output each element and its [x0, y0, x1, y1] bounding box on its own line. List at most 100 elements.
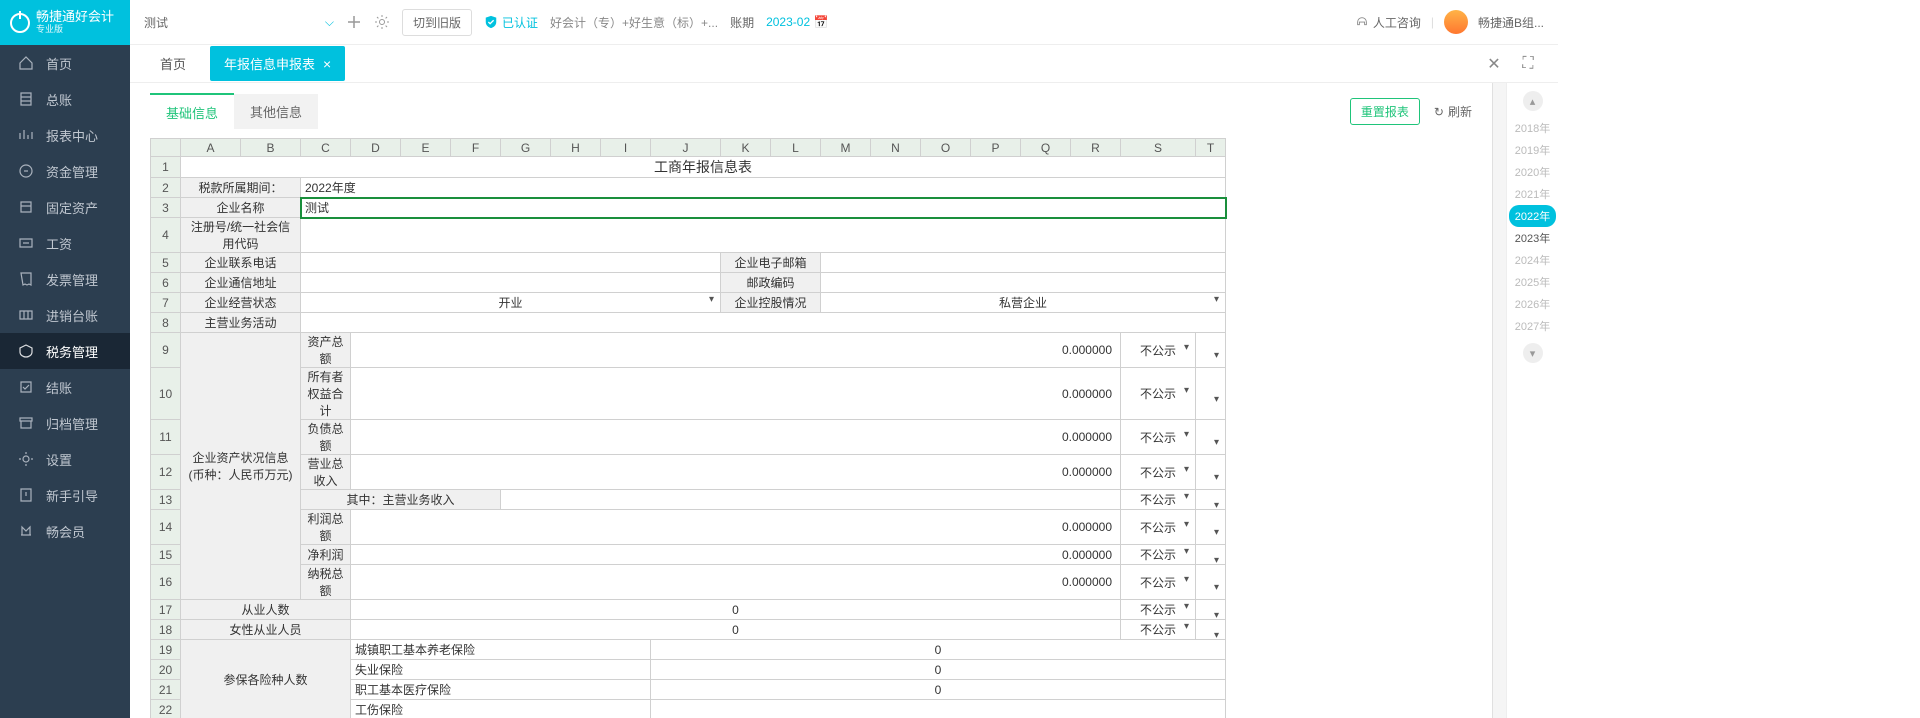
sidebar-item-stock[interactable]: 进销台账: [0, 297, 130, 333]
col-head-R[interactable]: R: [1071, 139, 1121, 157]
col-head-K[interactable]: K: [721, 139, 771, 157]
col-head-S[interactable]: S: [1121, 139, 1196, 157]
sidebar-item-home[interactable]: 首页: [0, 45, 130, 81]
sidebar-item-chart[interactable]: 报表中心: [0, 117, 130, 153]
sidebar-item-vip[interactable]: 畅会员: [0, 513, 130, 549]
sidebar-item-settings[interactable]: 设置: [0, 441, 130, 477]
status-select[interactable]: 开业: [301, 293, 721, 313]
col-head-T[interactable]: T: [1196, 139, 1226, 157]
sidebar-item-ledger[interactable]: 总账: [0, 81, 130, 117]
row-head-20[interactable]: 20: [151, 660, 181, 680]
row-head-15[interactable]: 15: [151, 545, 181, 565]
row-head-12[interactable]: 12: [151, 455, 181, 490]
col-head-B[interactable]: B: [241, 139, 301, 157]
year-2024年[interactable]: 2024年: [1509, 249, 1556, 271]
row-head-2[interactable]: 2: [151, 178, 181, 198]
col-head-H[interactable]: H: [551, 139, 601, 157]
sidebar-item-guide[interactable]: 新手引导: [0, 477, 130, 513]
row-head-4[interactable]: 4: [151, 218, 181, 253]
year-2026年[interactable]: 2026年: [1509, 293, 1556, 315]
chart-icon: [18, 127, 34, 143]
year-2018年[interactable]: 2018年: [1509, 117, 1556, 139]
row-head-22[interactable]: 22: [151, 700, 181, 718]
brand-logo: 畅捷通好会计 专业版: [0, 0, 130, 45]
sidebar-item-tax[interactable]: 税务管理: [0, 333, 130, 369]
row-head-7[interactable]: 7: [151, 293, 181, 313]
year-down-icon[interactable]: ▾: [1523, 343, 1543, 363]
year-2019年[interactable]: 2019年: [1509, 139, 1556, 161]
col-head-D[interactable]: D: [351, 139, 401, 157]
gear-icon[interactable]: [374, 14, 390, 30]
shield-icon: [484, 15, 498, 29]
pub-select[interactable]: 不公示: [1121, 333, 1196, 368]
year-2021年[interactable]: 2021年: [1509, 183, 1556, 205]
row-head-17[interactable]: 17: [151, 600, 181, 620]
row-head-18[interactable]: 18: [151, 620, 181, 640]
col-head-C[interactable]: C: [301, 139, 351, 157]
sidebar-item-close[interactable]: 结账: [0, 369, 130, 405]
col-head-E[interactable]: E: [401, 139, 451, 157]
switch-old-button[interactable]: 切到旧版: [402, 9, 472, 36]
sidebar-item-invoice[interactable]: 发票管理: [0, 261, 130, 297]
col-head-F[interactable]: F: [451, 139, 501, 157]
sheet-tab-other[interactable]: 其他信息: [234, 94, 318, 129]
sidebar: 畅捷通好会计 专业版 首页总账报表中心资金管理固定资产工资发票管理进销台账税务管…: [0, 0, 130, 718]
col-head-O[interactable]: O: [921, 139, 971, 157]
plus-icon[interactable]: [346, 14, 362, 30]
row-head-9[interactable]: 9: [151, 333, 181, 368]
sidebar-item-salary[interactable]: 工资: [0, 225, 130, 261]
row-head-16[interactable]: 16: [151, 565, 181, 600]
support-link[interactable]: 人工咨询: [1355, 14, 1421, 31]
sidebar-item-archive[interactable]: 归档管理: [0, 405, 130, 441]
col-head-G[interactable]: G: [501, 139, 551, 157]
chevron-down-icon: ⌵: [325, 15, 334, 30]
col-head-L[interactable]: L: [771, 139, 821, 157]
row-head-6[interactable]: 6: [151, 273, 181, 293]
row-head-3[interactable]: 3: [151, 198, 181, 218]
tab-annual-report[interactable]: 年报信息申报表 ×: [210, 46, 345, 81]
invoice-icon: [18, 271, 34, 287]
col-head-J[interactable]: J: [651, 139, 721, 157]
row-head-14[interactable]: 14: [151, 510, 181, 545]
vertical-scrollbar[interactable]: [1492, 83, 1506, 718]
tab-home[interactable]: 首页: [146, 46, 200, 81]
row-head-19[interactable]: 19: [151, 640, 181, 660]
row-head-10[interactable]: 10: [151, 368, 181, 420]
col-head-I[interactable]: I: [601, 139, 651, 157]
row-head-5[interactable]: 5: [151, 253, 181, 273]
year-2020年[interactable]: 2020年: [1509, 161, 1556, 183]
sheet-tab-basic[interactable]: 基础信息: [150, 93, 234, 130]
holding-select[interactable]: 私营企业: [821, 293, 1226, 313]
company-selector[interactable]: 测试 ⌵: [144, 14, 334, 31]
col-head-corner[interactable]: [151, 139, 181, 157]
sidebar-item-money[interactable]: 资金管理: [0, 153, 130, 189]
row-head-1[interactable]: 1: [151, 157, 181, 178]
row-head-8[interactable]: 8: [151, 313, 181, 333]
close-all-icon[interactable]: ✕: [1480, 50, 1508, 78]
close-icon[interactable]: ×: [323, 56, 331, 72]
row-head-11[interactable]: 11: [151, 420, 181, 455]
ledger-icon: [18, 91, 34, 107]
year-2027年[interactable]: 2027年: [1509, 315, 1556, 337]
refresh-button[interactable]: ↻ 刷新: [1434, 103, 1472, 120]
col-head-Q[interactable]: Q: [1021, 139, 1071, 157]
row-head-21[interactable]: 21: [151, 680, 181, 700]
year-2025年[interactable]: 2025年: [1509, 271, 1556, 293]
row-head-13[interactable]: 13: [151, 490, 181, 510]
spreadsheet[interactable]: ABCDEFGHIJKLMNOPQRST1工商年报信息表2税款所属期间：2022…: [150, 138, 1472, 718]
col-head-A[interactable]: A: [181, 139, 241, 157]
year-up-icon[interactable]: ▴: [1523, 91, 1543, 111]
fullscreen-icon[interactable]: ⛶: [1514, 50, 1542, 78]
col-head-M[interactable]: M: [821, 139, 871, 157]
col-head-N[interactable]: N: [871, 139, 921, 157]
period-selector[interactable]: 2023-02 📅: [766, 15, 828, 29]
reset-report-button[interactable]: 重置报表: [1350, 98, 1420, 125]
sidebar-item-asset[interactable]: 固定资产: [0, 189, 130, 225]
user-name[interactable]: 畅捷通B组...: [1478, 14, 1544, 31]
verified-badge: 已认证: [484, 14, 538, 31]
year-2022年[interactable]: 2022年: [1509, 205, 1556, 227]
year-2023年[interactable]: 2023年: [1509, 227, 1556, 249]
user-avatar[interactable]: [1444, 10, 1468, 34]
company-name-cell[interactable]: 测试: [301, 198, 1226, 218]
col-head-P[interactable]: P: [971, 139, 1021, 157]
